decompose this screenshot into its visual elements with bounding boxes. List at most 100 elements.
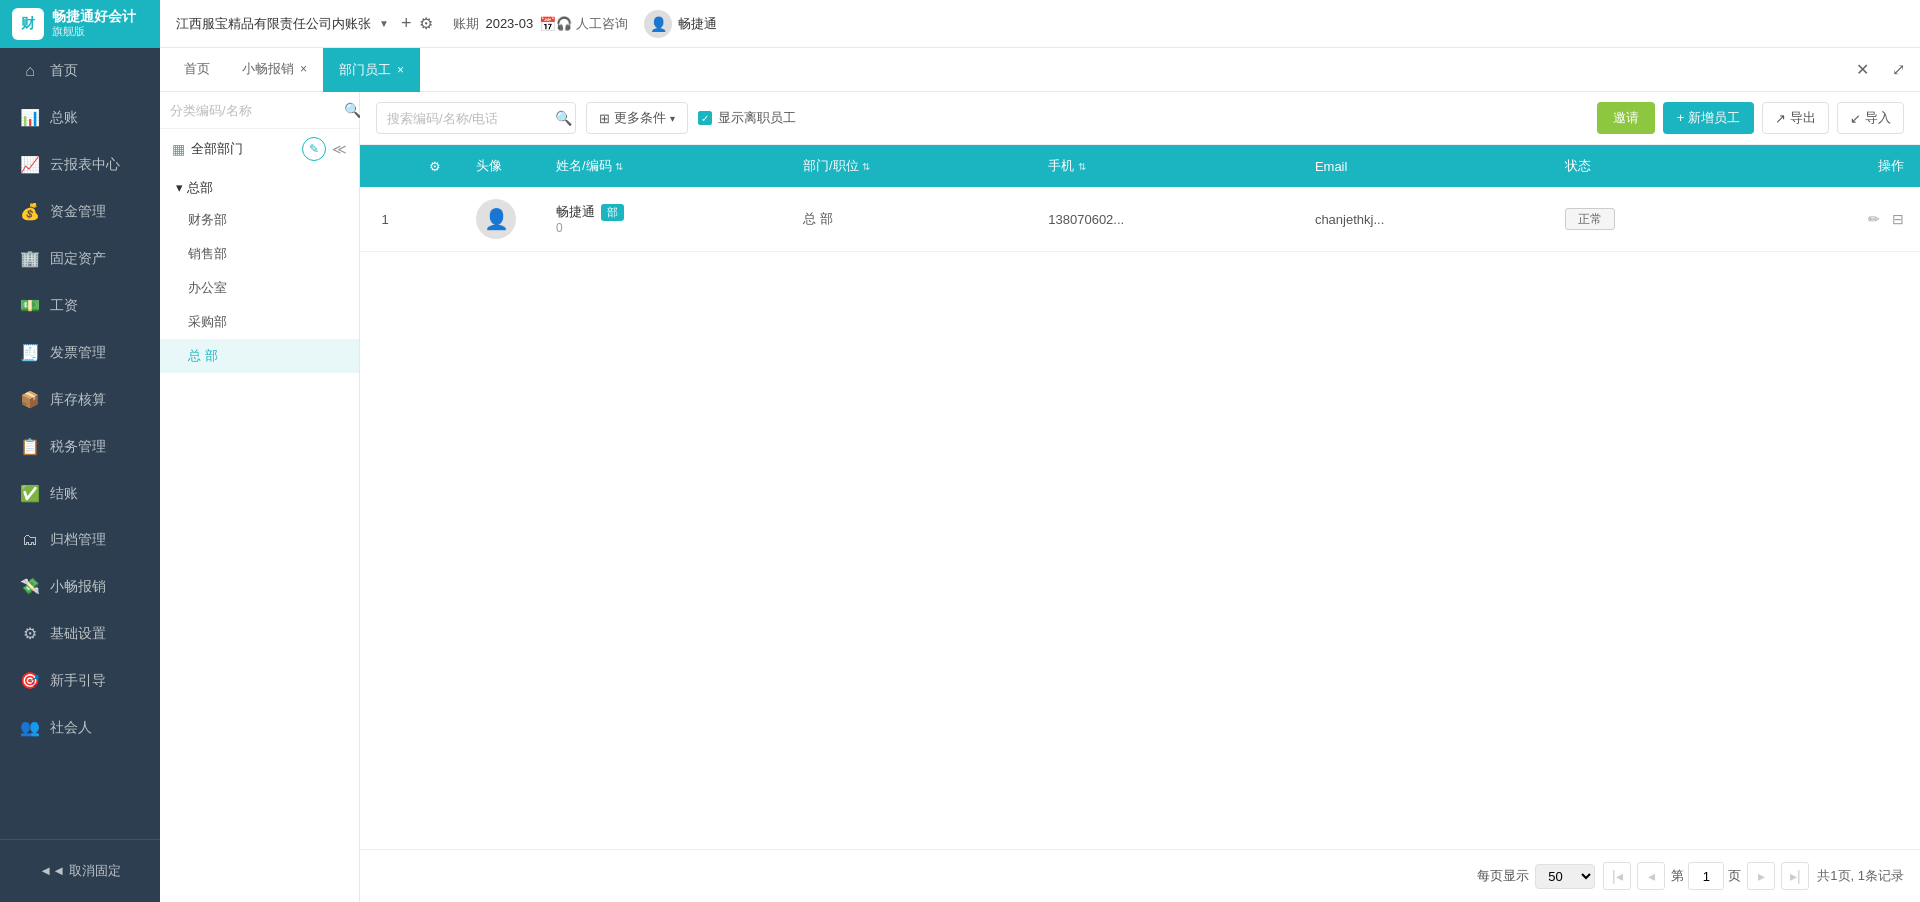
show-resigned-label: 显示离职员工 [718, 109, 796, 127]
tab-bar: 首页 小畅报销 × 部门员工 × ✕ ⤢ [160, 48, 1920, 92]
col-dept[interactable]: 部门/职位 ⇅ [787, 145, 1032, 187]
tab-home[interactable]: 首页 [168, 48, 226, 92]
prev-page-btn[interactable]: ◂ [1637, 862, 1665, 890]
dept-node-finance[interactable]: 财务部 [160, 203, 359, 237]
next-page-btn[interactable]: ▸ [1747, 862, 1775, 890]
col-settings[interactable]: ⚙ [410, 145, 460, 187]
tax-icon: 📋 [20, 437, 40, 456]
sidebar-item-ledger[interactable]: 📊 总账 [0, 94, 160, 141]
sidebar-item-social[interactable]: 👥 社会人 [0, 704, 160, 751]
sidebar-item-inventory[interactable]: 📦 库存核算 [0, 376, 160, 423]
dept-admin-badge: 部 [601, 204, 624, 221]
table-settings-icon[interactable]: ⚙ [429, 159, 441, 174]
last-page-btn[interactable]: ▸| [1781, 862, 1809, 890]
add-account-btn[interactable]: + [401, 13, 412, 34]
dept-node-sales[interactable]: 销售部 [160, 237, 359, 271]
sidebar-label-invoice: 发票管理 [50, 344, 106, 362]
chevron-down-filter-icon: ▾ [670, 113, 675, 124]
import-label: 导入 [1865, 109, 1891, 127]
cell-name: 畅捷通 部 0 [540, 187, 787, 252]
page-di-label: 第 [1671, 867, 1684, 885]
cell-dept: 总 部 [787, 187, 1032, 252]
dept-node-office[interactable]: 办公室 [160, 271, 359, 305]
content-area: 首页 小畅报销 × 部门员工 × ✕ ⤢ 🔍 [160, 48, 1920, 902]
sidebar-item-assets[interactable]: 🏢 固定资产 [0, 235, 160, 282]
sort-name-icon: ⇅ [615, 161, 623, 172]
col-email: Email [1299, 145, 1549, 187]
sidebar-item-home[interactable]: ⌂ 首页 [0, 48, 160, 94]
page-nav: |◂ ◂ 第 页 ▸ ▸| [1603, 862, 1809, 890]
username: 畅捷通 [678, 15, 717, 33]
resigned-checkbox[interactable]: ✓ [698, 111, 712, 125]
period-selector[interactable]: 账期 2023-03 📅 [453, 15, 556, 33]
user-info[interactable]: 👤 畅捷通 [644, 10, 717, 38]
col-actions: 操作 [1752, 145, 1920, 187]
invite-btn[interactable]: 邀请 [1597, 102, 1655, 134]
dept-search-icon[interactable]: 🔍 [344, 102, 361, 118]
sidebar-item-reports[interactable]: 📈 云报表中心 [0, 141, 160, 188]
sidebar-label-ledger: 总账 [50, 109, 78, 127]
sidebar-item-archive[interactable]: 🗂 归档管理 [0, 517, 160, 563]
sidebar-item-tax[interactable]: 📋 税务管理 [0, 423, 160, 470]
employee-email: chanjethkj... [1315, 212, 1384, 227]
filter-icon: ⊞ [599, 111, 610, 126]
page-size-select: 每页显示 50 10 20 100 [1477, 864, 1595, 889]
support-btn[interactable]: 🎧 人工咨询 [556, 15, 628, 33]
dept-collapse-btn[interactable]: ≪ [332, 141, 347, 157]
show-resigned-toggle[interactable]: ✓ 显示离职员工 [698, 109, 796, 127]
sidebar-item-close[interactable]: ✅ 结账 [0, 470, 160, 517]
employee-search-box: 🔍 [376, 102, 576, 134]
dept-group-head: ▾ 总部 [160, 173, 359, 203]
cancel-fixed-btn[interactable]: ◄◄ 取消固定 [0, 852, 160, 890]
tab-expense-close-icon[interactable]: × [300, 62, 307, 76]
page-size-dropdown[interactable]: 50 10 20 100 [1535, 864, 1595, 889]
filter-btn[interactable]: ⊞ 更多条件 ▾ [586, 102, 688, 134]
sidebar-item-salary[interactable]: 💵 工资 [0, 282, 160, 329]
import-btn[interactable]: ↙ 导入 [1837, 102, 1904, 134]
tab-expense[interactable]: 小畅报销 × [226, 48, 323, 92]
page-number-input[interactable] [1688, 862, 1724, 890]
tab-department-close-icon[interactable]: × [397, 63, 404, 77]
tab-department[interactable]: 部门员工 × [323, 48, 420, 92]
expand-tab-btn[interactable]: ⤢ [1884, 56, 1912, 84]
export-icon: ↗ [1775, 111, 1786, 126]
export-btn[interactable]: ↗ 导出 [1762, 102, 1829, 134]
employee-phone: 138070602... [1048, 212, 1124, 227]
sort-dept-icon: ⇅ [862, 161, 870, 172]
close-tab-btn[interactable]: ✕ [1848, 56, 1876, 84]
sidebar-item-expense[interactable]: 💸 小畅报销 [0, 563, 160, 610]
dept-edit-btn[interactable]: ✎ [302, 137, 326, 161]
col-status: 状态 [1549, 145, 1752, 187]
avatar: 👤 [644, 10, 672, 38]
first-page-btn[interactable]: |◂ [1603, 862, 1631, 890]
dept-node-general[interactable]: 总 部 [160, 339, 359, 373]
sidebar-item-invoice[interactable]: 🧾 发票管理 [0, 329, 160, 376]
sidebar-label-inventory: 库存核算 [50, 391, 106, 409]
employee-avatar: 👤 [476, 199, 516, 239]
sidebar-item-settings[interactable]: ⚙ 基础设置 [0, 610, 160, 657]
sidebar-item-funds[interactable]: 💰 资金管理 [0, 188, 160, 235]
company-selector[interactable]: 江西服宝精品有限责任公司内账张 ▼ [176, 15, 389, 33]
col-phone[interactable]: 手机 ⇅ [1032, 145, 1299, 187]
edit-employee-icon[interactable]: ✏ [1868, 211, 1880, 227]
col-name[interactable]: 姓名/编码 ⇅ [540, 145, 787, 187]
tab-expense-label: 小畅报销 [242, 60, 294, 78]
sidebar-label-salary: 工资 [50, 297, 78, 315]
page-size-label: 每页显示 [1477, 867, 1529, 885]
settings-icon[interactable]: ⚙ [419, 14, 433, 33]
archive-icon: 🗂 [20, 531, 40, 549]
add-employee-btn[interactable]: + 新增员工 [1663, 102, 1754, 134]
employee-panel: 🔍 ⊞ 更多条件 ▾ ✓ 显示离职员工 邀请 + 新增员工 [360, 92, 1920, 902]
sidebar-label-expense: 小畅报销 [50, 578, 106, 596]
employee-search-icon[interactable]: 🔍 [555, 110, 572, 126]
sidebar-item-guide[interactable]: 🎯 新手引导 [0, 657, 160, 704]
cell-email: chanjethkj... [1299, 187, 1549, 252]
sidebar-label-reports: 云报表中心 [50, 156, 120, 174]
dept-search-input[interactable] [170, 103, 338, 118]
all-dept-btn[interactable]: ▦ 全部部门 [172, 140, 243, 158]
cell-index: 1 [360, 187, 410, 252]
funds-icon: 💰 [20, 202, 40, 221]
employee-search-input[interactable] [387, 111, 555, 126]
delete-employee-icon[interactable]: ⊟ [1892, 211, 1904, 227]
dept-node-purchase[interactable]: 采购部 [160, 305, 359, 339]
